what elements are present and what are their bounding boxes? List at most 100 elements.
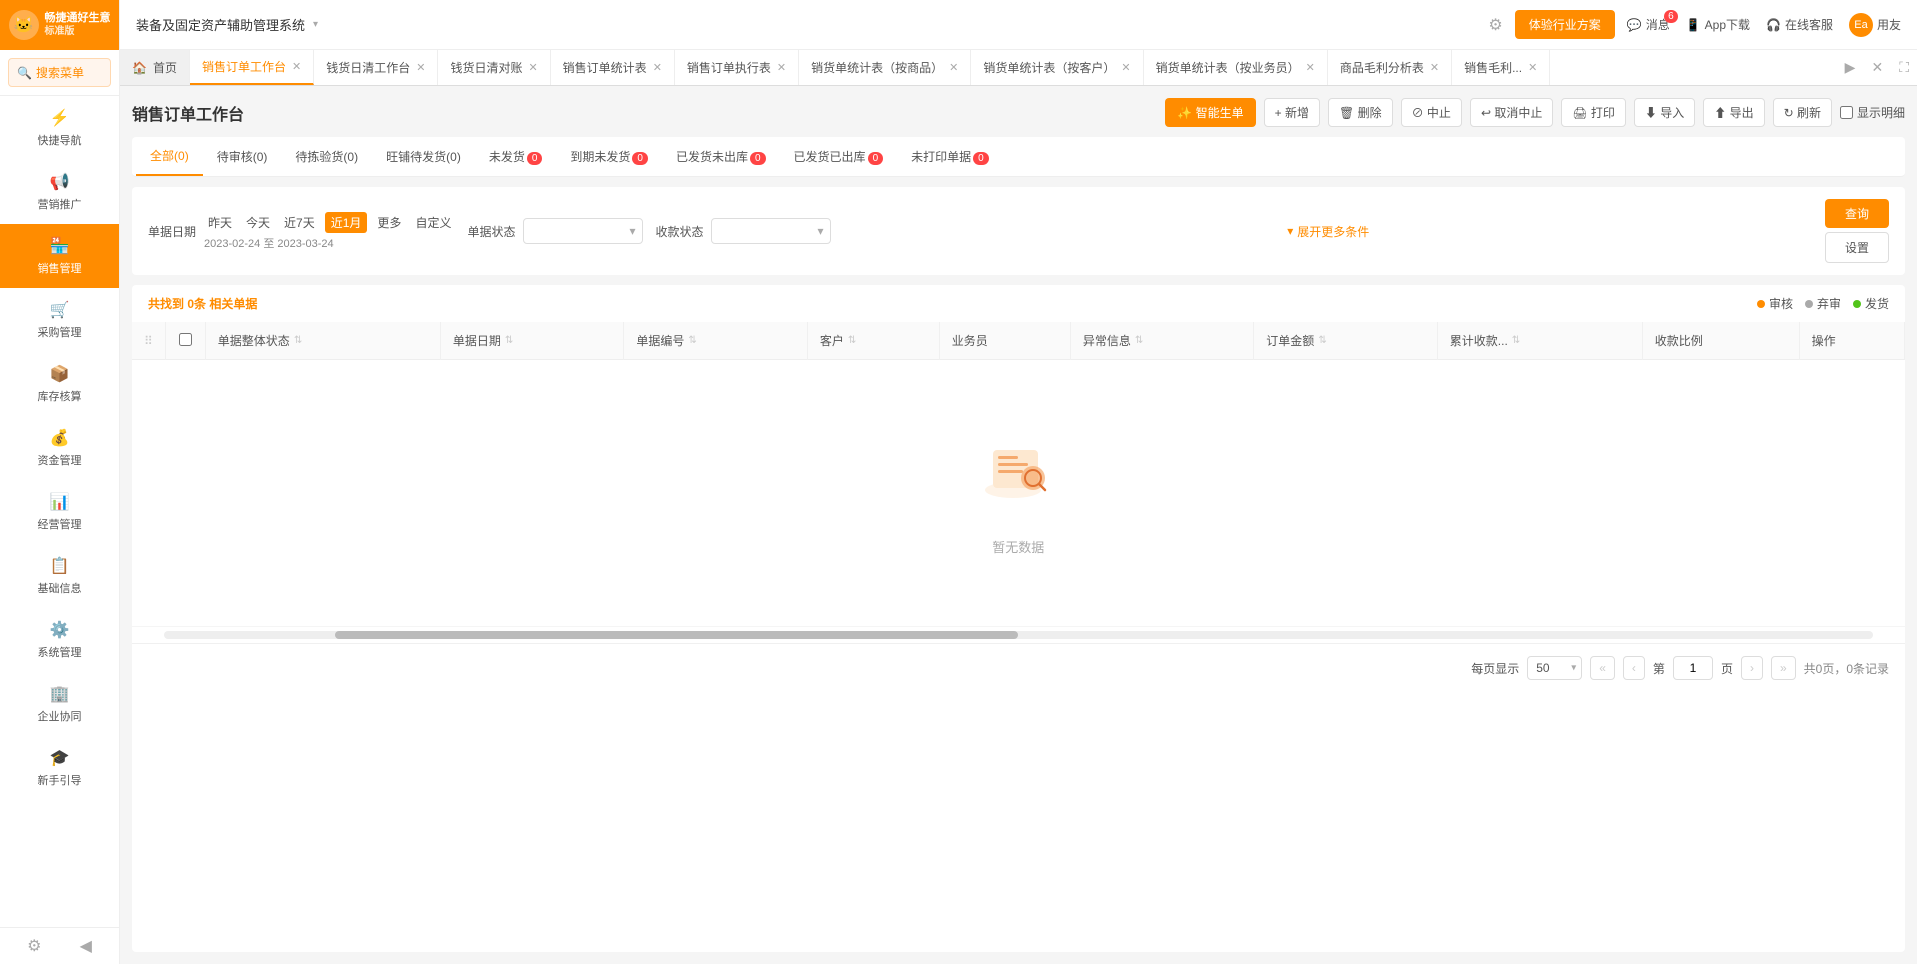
tab-home[interactable]: 🏠 首页 (120, 50, 190, 85)
date-custom-button[interactable]: 自定义 (411, 212, 455, 233)
stop-button[interactable]: ⊘ 中止 (1401, 98, 1462, 127)
table-header-row: ⠿ 单据整体状态 ⇅ (132, 322, 1905, 360)
sidebar-item-quick-nav[interactable]: ⚡ 快捷导航 (0, 96, 119, 160)
sidebar-item-system[interactable]: ⚙️ 系统管理 (0, 608, 119, 672)
industry-btn[interactable]: 体验行业方案 (1515, 10, 1615, 39)
delete-button[interactable]: 🗑 删除 (1328, 98, 1393, 127)
number-sort[interactable]: 单据编号 ⇅ (636, 332, 794, 349)
tab-goods-stat-cust[interactable]: 销货单统计表（按客户） ✕ (971, 50, 1143, 85)
tab-sales-stat[interactable]: 销售订单统计表 ✕ (551, 50, 675, 85)
sidebar-item-newbie[interactable]: 🎓 新手引导 (0, 736, 119, 800)
tab-goods-stat-prod[interactable]: 销货单统计表（按商品） ✕ (799, 50, 971, 85)
print-button[interactable]: 🖨 打印 (1561, 98, 1626, 127)
tab-cash-reconcile[interactable]: 钱货日清对账 ✕ (438, 50, 550, 85)
tab-close-cash-reconcile[interactable]: ✕ (528, 61, 537, 74)
review-button[interactable]: 审核 (1757, 295, 1793, 312)
cumulative-sort[interactable]: 累计收款... ⇅ (1450, 332, 1630, 349)
per-page-select[interactable]: 10 20 50 100 (1527, 656, 1582, 680)
tab-sales-more[interactable]: 销售毛利... ✕ (1452, 50, 1550, 85)
tab-goods-stat-staff[interactable]: 销货单统计表（按业务员） ✕ (1144, 50, 1328, 85)
col-status-header: 单据整体状态 ⇅ (205, 322, 440, 360)
cancel-stop-button[interactable]: ↩ 取消中止 (1470, 98, 1553, 127)
tab-fullscreen-button[interactable]: ⛶ (1891, 59, 1917, 76)
tab-close-goods-stat-staff[interactable]: ✕ (1306, 61, 1315, 74)
status-select[interactable] (523, 218, 643, 244)
tab-sales-order[interactable]: 销售订单工作台 ✕ (190, 50, 314, 85)
filter-tab-expired-not-shipped[interactable]: 到期未发货0 (556, 138, 662, 175)
sidebar-item-purchase[interactable]: 🛒 采购管理 (0, 288, 119, 352)
customer-sort[interactable]: 客户 ⇅ (820, 332, 927, 349)
smart-create-button[interactable]: ✨ 智能生单 (1165, 98, 1255, 127)
tab-close-all-button[interactable]: ✕ (1863, 59, 1891, 76)
tab-close-cash-daily[interactable]: ✕ (416, 61, 425, 74)
tab-close-sales-exec[interactable]: ✕ (777, 61, 786, 74)
date-more-button[interactable]: 更多 (373, 212, 405, 233)
date-today-button[interactable]: 今天 (242, 212, 274, 233)
filter-tab-not-printed[interactable]: 未打印单据0 (897, 138, 1003, 175)
sidebar-item-sales[interactable]: 🏪 销售管理 (0, 224, 119, 288)
hscrollbar[interactable] (164, 631, 1873, 639)
date-1month-button[interactable]: 近1月 (325, 212, 368, 233)
page-last-button[interactable]: » (1771, 656, 1796, 680)
sidebar-item-marketing[interactable]: 📢 营销推广 (0, 160, 119, 224)
refresh-button[interactable]: ↻ 刷新 (1773, 98, 1832, 127)
amount-sort[interactable]: 订单金额 ⇅ (1266, 332, 1424, 349)
query-button[interactable]: 查询 (1825, 199, 1889, 228)
date-sort[interactable]: 单据日期 ⇅ (453, 332, 611, 349)
topbar-dropdown-icon[interactable]: ▾ (313, 19, 318, 30)
add-button[interactable]: + 新增 (1264, 98, 1320, 127)
sidebar-item-finance[interactable]: 💰 资金管理 (0, 416, 119, 480)
filter-tab-shipped-out[interactable]: 已发货已出库0 (780, 138, 898, 175)
user-menu-button[interactable]: Ea 用友 (1849, 13, 1901, 37)
set-button[interactable]: 设置 (1825, 232, 1889, 263)
export-button[interactable]: ⬆ 导出 (1703, 98, 1764, 127)
page-first-button[interactable]: « (1590, 656, 1615, 680)
tab-close-sales-more[interactable]: ✕ (1528, 61, 1537, 74)
filter-tab-wangpu-pending[interactable]: 旺铺待发货(0) (372, 138, 475, 175)
operation-icon: 📊 (50, 492, 70, 512)
sidebar-item-operation[interactable]: 📊 经营管理 (0, 480, 119, 544)
online-service-button[interactable]: 🎧 在线客服 (1766, 16, 1833, 33)
tab-close-sales-order[interactable]: ✕ (292, 60, 301, 73)
tab-close-sales-stat[interactable]: ✕ (653, 61, 662, 74)
sidebar-settings-button[interactable]: ⚙ (27, 936, 41, 956)
unrev-dot (1805, 300, 1813, 308)
show-detail-checkbox[interactable] (1840, 106, 1853, 119)
page-input[interactable] (1673, 656, 1713, 680)
filter-tab-all[interactable]: 全部(0) (136, 137, 203, 176)
tab-close-goods-stat-cust[interactable]: ✕ (1121, 61, 1130, 74)
sidebar-item-enterprise[interactable]: 🏢 企业协同 (0, 672, 119, 736)
filter-tab-pending-review[interactable]: 待审核(0) (203, 138, 282, 175)
filter-tab-pending-check[interactable]: 待拣验货(0) (281, 138, 372, 175)
page-next-button[interactable]: › (1741, 656, 1763, 680)
unrev-button[interactable]: 弃审 (1805, 295, 1841, 312)
show-detail-checkbox-label[interactable]: 显示明细 (1840, 104, 1905, 121)
sidebar-collapse-button[interactable]: ◀ (80, 936, 92, 956)
tab-close-goods-margin[interactable]: ✕ (1430, 61, 1439, 74)
ship-button[interactable]: 发货 (1853, 295, 1889, 312)
page-prev-button[interactable]: ‹ (1623, 656, 1645, 680)
date-7days-button[interactable]: 近7天 (280, 212, 319, 233)
exception-sort[interactable]: 异常信息 ⇅ (1083, 332, 1241, 349)
sidebar-item-inventory[interactable]: 📦 库存核算 (0, 352, 119, 416)
status-sort[interactable]: 单据整体状态 ⇅ (218, 332, 428, 349)
content-area: 销售订单工作台 ✨ 智能生单 + 新增 🗑 删除 ⊘ 中止 ↩ 取消中止 🖨 打… (120, 86, 1917, 964)
message-button[interactable]: 💬 6 消息 (1627, 16, 1670, 33)
tab-close-goods-stat-prod[interactable]: ✕ (949, 61, 958, 74)
marketing-icon: 📢 (50, 172, 70, 192)
payment-select[interactable] (711, 218, 831, 244)
tab-cash-daily[interactable]: 钱货日清工作台 ✕ (314, 50, 438, 85)
tab-sales-exec[interactable]: 销售订单执行表 ✕ (675, 50, 799, 85)
date-yesterday-button[interactable]: 昨天 (204, 212, 236, 233)
filter-tab-not-shipped[interactable]: 未发货0 (475, 138, 557, 175)
app-download-button[interactable]: 📱 App下载 (1686, 16, 1750, 33)
sidebar-item-basic-info[interactable]: 📋 基础信息 (0, 544, 119, 608)
filter-tab-shipped-not-out[interactable]: 已发货未出库0 (662, 138, 780, 175)
tab-goods-margin[interactable]: 商品毛利分析表 ✕ (1328, 50, 1452, 85)
import-button[interactable]: ⬇ 导入 (1634, 98, 1695, 127)
select-all-checkbox[interactable] (179, 333, 192, 346)
topbar-gear-icon[interactable]: ⚙ (1488, 15, 1502, 35)
expand-button[interactable]: ▾ 展开更多条件 (1287, 223, 1369, 240)
search-menu-button[interactable]: 🔍 搜索菜单 (8, 58, 111, 87)
tab-scroll-right-button[interactable]: ▶ (1837, 59, 1864, 76)
